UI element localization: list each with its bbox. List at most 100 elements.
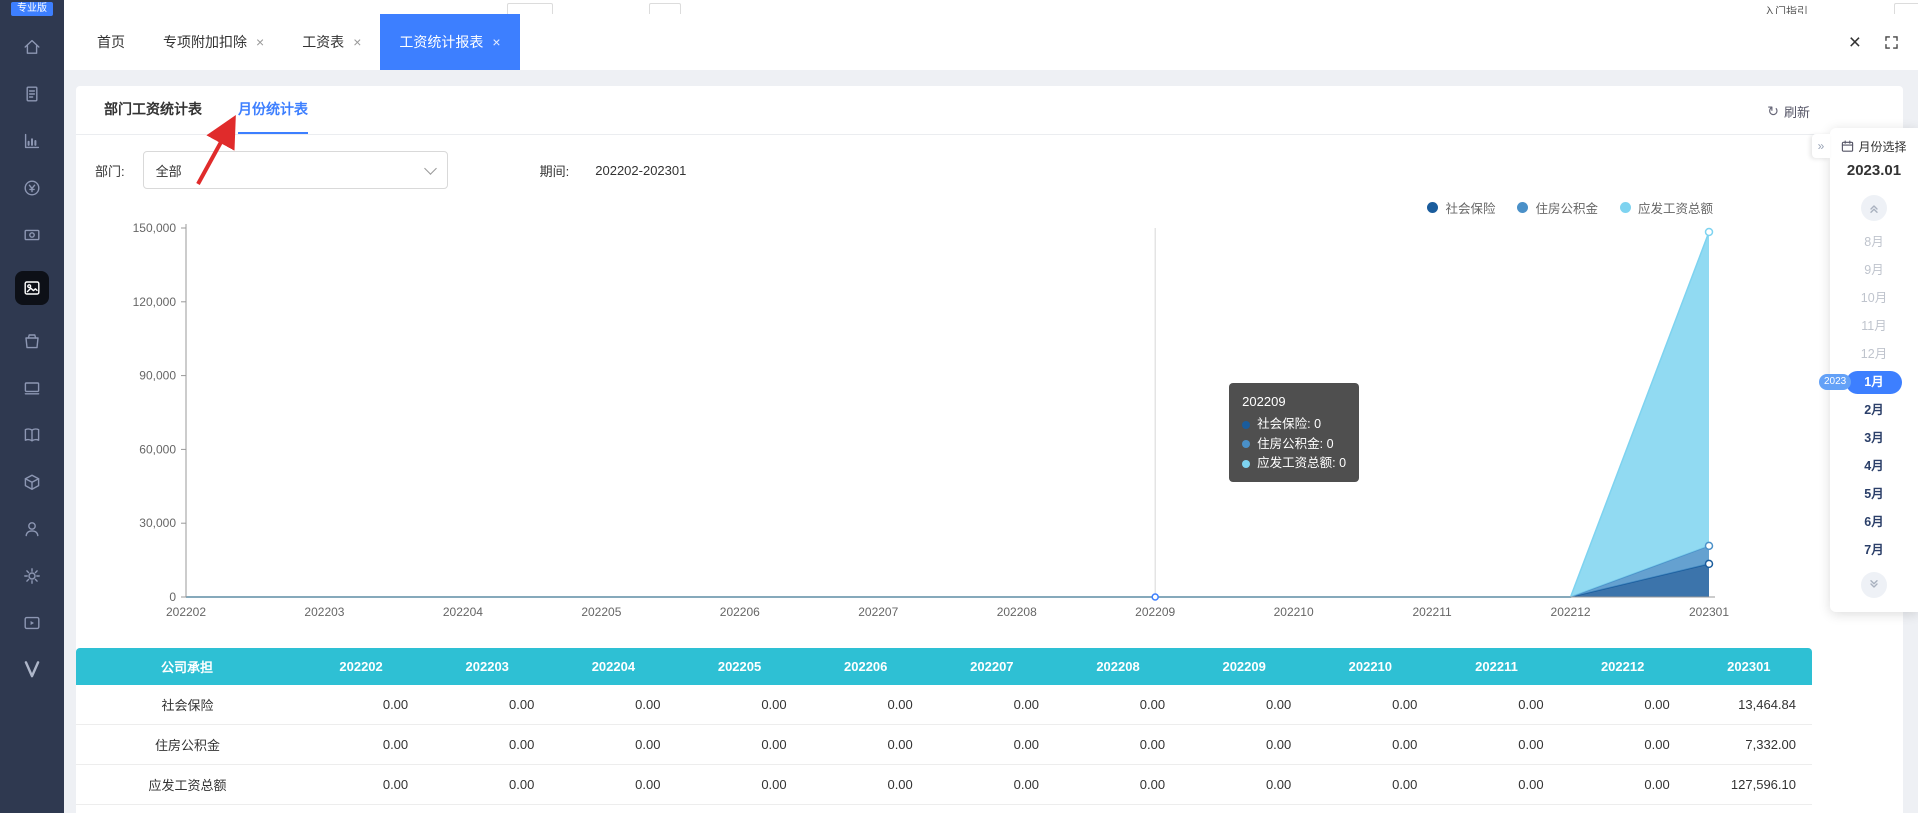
close-icon[interactable]: ×	[1849, 32, 1861, 53]
collapse-panel-icon[interactable]: »	[1812, 134, 1830, 158]
settings-icon[interactable]	[21, 565, 43, 587]
window-controls: ×	[1849, 14, 1918, 70]
month-item[interactable]: 5月	[1846, 483, 1902, 506]
guide-link[interactable]: 入门指引	[1764, 3, 1808, 14]
value-cell: 0.00	[1433, 685, 1559, 725]
value-cell: 0.00	[803, 805, 929, 813]
window-tab-3[interactable]: 工资表×	[283, 14, 380, 70]
partial-header-control[interactable]	[649, 3, 681, 14]
partial-header-control[interactable]	[507, 3, 553, 14]
tutorial-icon[interactable]	[21, 612, 43, 634]
value-cell: 0.00	[1433, 725, 1559, 765]
period-value: 202202-202301	[595, 163, 686, 178]
month-item[interactable]: 7月	[1846, 539, 1902, 562]
contacts-icon[interactable]	[21, 518, 43, 540]
period-label: 期间:	[540, 161, 570, 180]
legend-label: 社会保险	[1445, 198, 1495, 217]
month-item[interactable]: 4月	[1846, 455, 1902, 478]
value-cell: 0.00	[1055, 725, 1181, 765]
value-cell: 0.00	[1055, 805, 1181, 813]
value-cell: 0.00	[298, 805, 424, 813]
value-cell: 13,464.84	[1686, 685, 1812, 725]
legend-dot	[1517, 202, 1528, 213]
month-item[interactable]: 9月	[1846, 259, 1902, 282]
value-cell: 148,392.94	[1686, 805, 1812, 813]
window-tab-2[interactable]: 专项附加扣除×	[144, 14, 283, 70]
books-icon[interactable]	[21, 424, 43, 446]
window-tab-4[interactable]: 工资统计报表×	[380, 14, 519, 70]
reports-icon[interactable]	[21, 130, 43, 152]
legend-dot	[1427, 202, 1438, 213]
value-cell: 0.00	[1181, 805, 1307, 813]
goods-icon[interactable]	[21, 330, 43, 352]
month-item[interactable]: 12月	[1846, 343, 1902, 366]
value-cell: 0.00	[929, 805, 1055, 813]
table-body: 社会保险0.000.000.000.000.000.000.000.000.00…	[76, 685, 1812, 813]
legend-item[interactable]: 应发工资总额	[1620, 198, 1713, 217]
value-cell: 0.00	[1560, 765, 1686, 805]
svg-text:120,000: 120,000	[133, 295, 177, 309]
svg-text:202205: 202205	[581, 605, 621, 619]
partial-top-header: 入门指引	[64, 0, 1918, 14]
scroll-up-icon[interactable]	[1861, 195, 1887, 221]
chart-legend: 社会保险 住房公积金 应发工资总额	[1427, 198, 1713, 217]
tab-month-statistics[interactable]: 月份统计表	[238, 86, 308, 134]
assets-icon[interactable]	[21, 377, 43, 399]
funds-icon[interactable]	[21, 177, 43, 199]
window-tabbar: 首页专项附加扣除×工资表×工资统计报表× ×	[64, 14, 1918, 70]
partial-header-control[interactable]	[1894, 3, 1918, 14]
report-subtab-row: 部门工资统计表 月份统计表	[76, 86, 1903, 135]
table-header-month: 202205	[676, 648, 802, 685]
month-item[interactable]: 10月	[1846, 287, 1902, 310]
month-item[interactable]: 1月2023	[1846, 371, 1902, 394]
row-label: 应发工资总额	[148, 778, 226, 793]
value-cell: 0.00	[1055, 685, 1181, 725]
value-cell: 0.00	[1560, 725, 1686, 765]
refresh-button[interactable]: ↻ 刷新	[1767, 102, 1810, 121]
svg-text:0: 0	[169, 590, 176, 604]
svg-text:202207: 202207	[858, 605, 898, 619]
value-cell: 0.00	[1181, 765, 1307, 805]
value-cell: 0.00	[1560, 685, 1686, 725]
home-icon[interactable]	[21, 36, 43, 58]
invoice-icon[interactable]	[21, 224, 43, 246]
scroll-down-icon[interactable]	[1861, 572, 1887, 598]
refresh-label: 刷新	[1784, 102, 1810, 121]
legend-item[interactable]: 社会保险	[1427, 198, 1495, 217]
legend-item[interactable]: 住房公积金	[1517, 198, 1598, 217]
voucher-icon[interactable]	[21, 83, 43, 105]
table-header-month: 202206	[803, 648, 929, 685]
chart-area: 030,00060,00090,000120,000150,0002022022…	[116, 214, 1756, 626]
table-header-month: 202211	[1433, 648, 1559, 685]
table-row: 合计0.000.000.000.000.000.000.000.000.000.…	[76, 805, 1812, 813]
fullscreen-icon[interactable]	[1883, 34, 1900, 51]
department-select[interactable]: 全部	[143, 151, 448, 189]
table-header-company: 公司承担	[76, 648, 298, 685]
month-label: 10月	[1861, 291, 1887, 305]
salary-report-icon[interactable]	[15, 271, 49, 305]
month-label: 11月	[1861, 319, 1886, 333]
year-badge: 2023	[1819, 374, 1851, 390]
window-tab-1[interactable]: 首页	[78, 14, 144, 70]
value-cell: 0.00	[424, 685, 550, 725]
month-item[interactable]: 3月	[1846, 427, 1902, 450]
value-cell: 0.00	[929, 765, 1055, 805]
value-cell: 0.00	[424, 765, 550, 805]
tab-close-icon[interactable]: ×	[492, 34, 500, 50]
month-item[interactable]: 11月	[1846, 315, 1902, 338]
svg-text:202211: 202211	[1413, 605, 1452, 619]
month-item[interactable]: 6月	[1846, 511, 1902, 534]
department-label: 部门:	[95, 161, 125, 180]
value-cell: 0.00	[676, 765, 802, 805]
value-cell: 0.00	[1307, 765, 1433, 805]
inventory-icon[interactable]	[21, 471, 43, 493]
tab-department-salary-report[interactable]: 部门工资统计表	[104, 86, 202, 134]
filter-row: 部门: 全部 期间: 202202-202301	[95, 151, 1903, 189]
month-item[interactable]: 2月	[1846, 399, 1902, 422]
department-select-value: 全部	[156, 161, 182, 180]
month-item[interactable]: 8月	[1846, 231, 1902, 254]
tab-close-icon[interactable]: ×	[256, 34, 264, 50]
value-cell: 0.00	[1181, 725, 1307, 765]
tab-close-icon[interactable]: ×	[353, 34, 361, 50]
value-cell: 0.00	[929, 725, 1055, 765]
